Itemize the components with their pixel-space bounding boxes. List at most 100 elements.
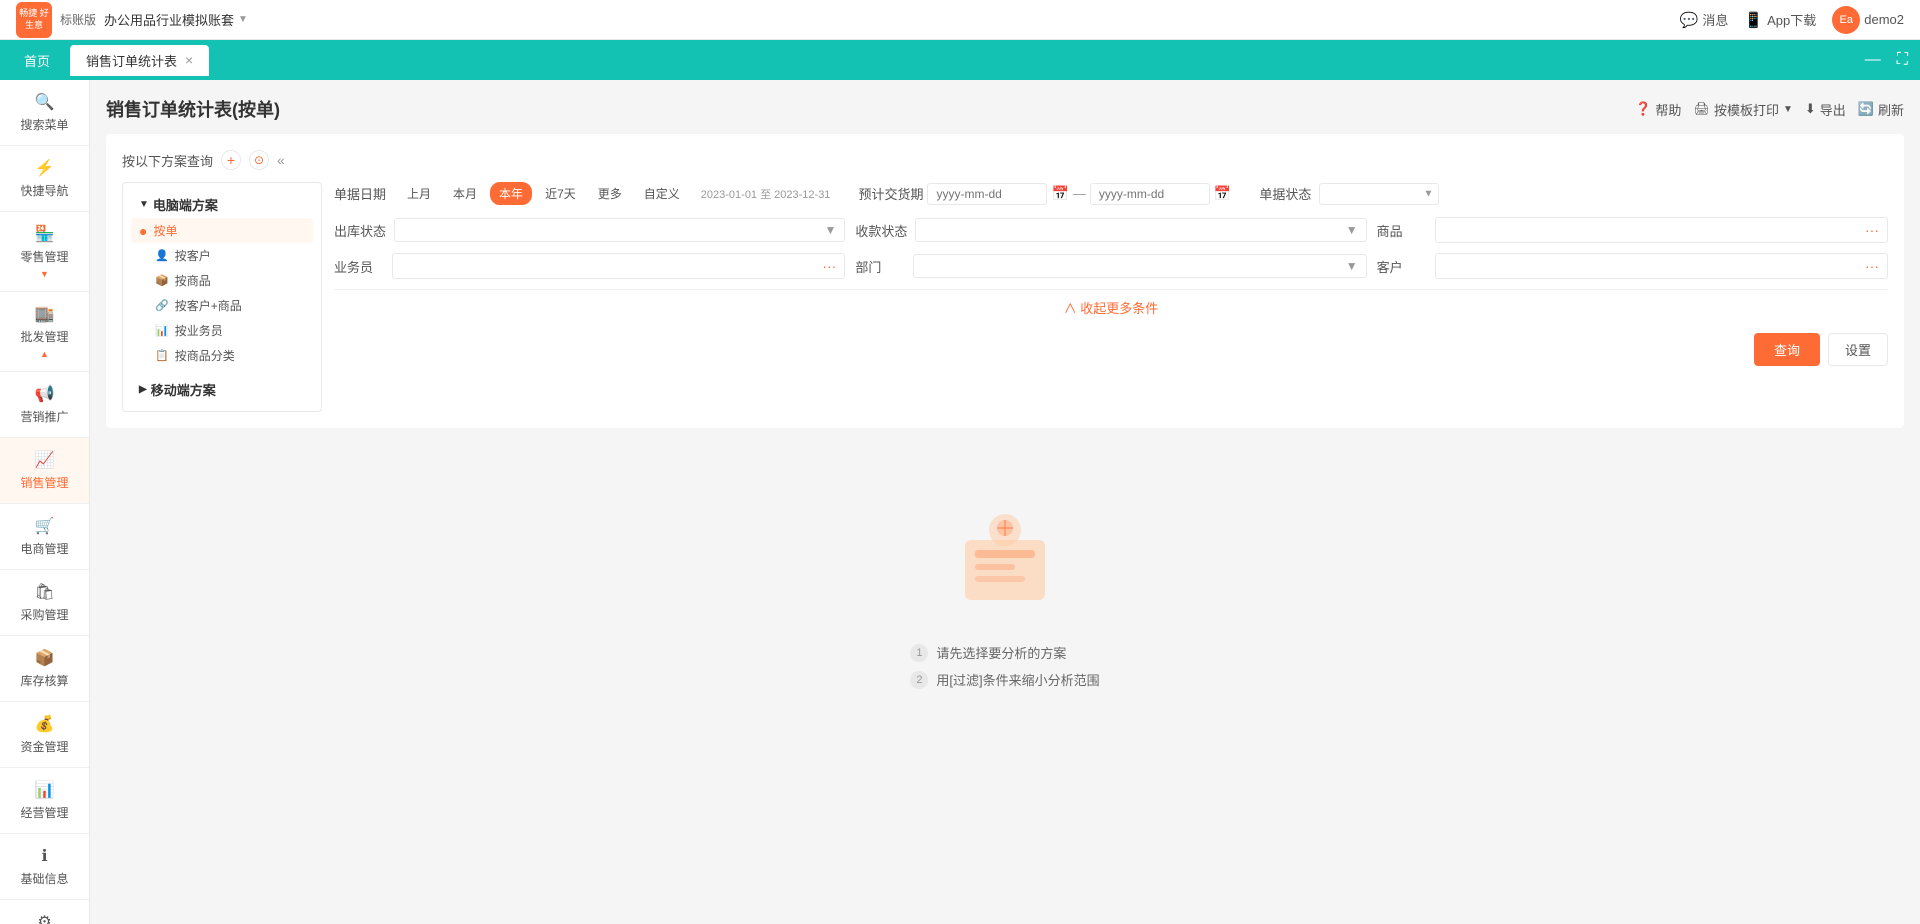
filter-grid-row1: 出库状态 ▼ 收款状态 ▼ [334,217,1888,243]
scheme-item-by-customer[interactable]: 👤 按客户 [131,243,313,268]
dept-label: 部门 [855,257,905,276]
sidebar-item-operations[interactable]: 📊 经营管理 [0,768,89,834]
receipt-status-dropdown-icon: ▼ [1346,223,1358,237]
status-label: 单据状态 [1259,184,1311,203]
system-icon: ⚙ [37,912,51,924]
minimize-button[interactable]: — [1861,47,1885,73]
date-btn-last-month[interactable]: 上月 [398,182,440,205]
customer-select[interactable]: ··· [1435,253,1888,279]
collapse-row[interactable]: ∧ 收起更多条件 [334,289,1888,325]
expected-date-start-input[interactable] [927,183,1047,205]
message-button[interactable]: 💬 消息 [1680,10,1729,29]
pc-category[interactable]: ▼ 电脑端方案 [131,191,313,218]
expected-date-end-input[interactable] [1090,183,1210,205]
salesman-more-icon[interactable]: ··· [822,258,836,274]
triangle-right-icon: ▼ [139,199,149,210]
sidebar-item-purchase[interactable]: 🛍 采购管理 [0,570,89,636]
status-select[interactable] [1319,183,1439,205]
date-btn-this-year[interactable]: 本年 [490,182,532,205]
sidebar-item-search[interactable]: 🔍 搜索菜单 [0,80,89,146]
goods-icon: 📦 [155,274,169,287]
sidebar-item-marketing[interactable]: 📢 营销推广 [0,372,89,438]
date-btn-more[interactable]: 更多 [589,182,631,205]
sidebar-item-sales[interactable]: 📈 销售管理 [0,438,89,504]
nav-icon: ⚡ [35,158,55,178]
content-area: 销售订单统计表(按单) ❓ 帮助 🖨 按模板打印 ▼ ⬇ 导出 🔄 刷新 [90,80,1920,924]
tab-sales-order-stats[interactable]: 销售订单统计表 × [70,45,209,76]
page-header: 销售订单统计表(按单) ❓ 帮助 🖨 按模板打印 ▼ ⬇ 导出 🔄 刷新 [106,96,1904,122]
sidebar-item-system[interactable]: ⚙ 系统管理 [0,900,89,924]
page-actions: ❓ 帮助 🖨 按模板打印 ▼ ⬇ 导出 🔄 刷新 [1635,100,1904,119]
app-dropdown[interactable]: 办公用品行业模拟账套 ▼ [104,10,248,29]
scheme-item-by-salesman[interactable]: 📊 按业务员 [131,318,313,343]
goods-label: 商品 [1377,221,1427,240]
tab-home[interactable]: 首页 [8,45,66,76]
refresh-icon: 🔄 [1858,101,1874,117]
sidebar-item-quick-nav[interactable]: ⚡ 快捷导航 [0,146,89,212]
empty-state: 1 请先选择要分析的方案 2 用[过滤]条件来缩小分析范围 [106,440,1904,749]
sidebar-item-inventory[interactable]: 📦 库存核算 [0,636,89,702]
salesman-item: 业务员 ··· [334,253,845,279]
scheme-add-button[interactable]: + [221,150,241,170]
help-button[interactable]: ❓ 帮助 [1635,100,1681,119]
out-status-select[interactable]: ▼ [394,218,845,242]
scheme-item-by-category[interactable]: 📋 按商品分类 [131,343,313,368]
mobile-category[interactable]: ▶ 移动端方案 [131,376,313,403]
action-row: 查询 设置 [334,333,1888,366]
empty-tip-1: 1 请先选择要分析的方案 [910,643,1099,662]
out-status-dropdown-icon: ▼ [824,223,836,237]
date-btn-last-7-days[interactable]: 近7天 [536,182,585,205]
customer-label: 客户 [1377,257,1427,276]
top-bar-right: 💬 消息 📱 App下载 Ea demo2 [1680,6,1904,34]
scheme-item-by-customer-goods[interactable]: 🔗 按客户+商品 [131,293,313,318]
tab-close-button[interactable]: × [185,52,193,68]
expected-date-label: 预计交货期 [858,184,923,203]
filter-body: ▼ 电脑端方案 ● 按单 👤 按客户 📦 按商品 [122,182,1888,412]
salesman-label: 业务员 [334,257,384,276]
sidebar-item-finance[interactable]: 💰 资金管理 [0,702,89,768]
list-icon: 📋 [155,349,169,362]
date-range-text: 2023-01-01 至 2023-12-31 [701,186,831,202]
marketing-icon: 📢 [35,384,55,404]
date-btn-custom[interactable]: 自定义 [635,182,689,205]
chevron-down-icon: ▼ [1783,104,1793,115]
salesman-select[interactable]: ··· [392,253,845,279]
export-button[interactable]: ⬇ 导出 [1805,100,1846,119]
dept-item: 部门 ▼ [855,253,1366,279]
calendar-start-icon[interactable]: 📅 [1051,185,1068,202]
setting-button[interactable]: 设置 [1828,333,1888,366]
chart-icon: 📊 [155,324,169,337]
date-label: 单据日期 [334,184,386,203]
date-btn-this-month[interactable]: 本月 [444,182,486,205]
sidebar-item-retail[interactable]: 🏪 零售管理 ▼ [0,212,89,292]
date-filter-row: 单据日期 上月 本月 本年 近7天 更多 自定义 2023-01-01 至 20… [334,182,1888,205]
sidebar-item-wholesale[interactable]: 🏬 批发管理 ▲ [0,292,89,372]
receipt-status-select[interactable]: ▼ [915,218,1366,242]
goods-more-icon[interactable]: ··· [1865,222,1879,238]
customer-more-icon[interactable]: ··· [1865,258,1879,274]
user-profile[interactable]: Ea demo2 [1832,6,1904,34]
query-button[interactable]: 查询 [1754,333,1820,366]
scheme-edit-button[interactable]: ⊙ [249,150,269,170]
app-subtitle: 标账版 [60,11,96,28]
scheme-item-by-goods[interactable]: 📦 按商品 [131,268,313,293]
refresh-button[interactable]: 🔄 刷新 [1858,100,1904,119]
ecommerce-icon: 🛒 [35,516,55,536]
retail-icon: 🏪 [35,224,55,244]
main-layout: 🔍 搜索菜单 ⚡ 快捷导航 🏪 零售管理 ▼ 🏬 批发管理 ▲ 📢 营销推广 📈… [0,80,1920,924]
sidebar-item-basic-info[interactable]: ℹ 基础信息 [0,834,89,900]
scheme-header-row: 按以下方案查询 + ⊙ « [122,150,1888,170]
goods-select[interactable]: ··· [1435,217,1888,243]
sidebar-item-ecommerce[interactable]: 🛒 电商管理 [0,504,89,570]
dept-dropdown-icon: ▼ [1346,259,1358,273]
scheme-collapse-button[interactable]: « [277,152,285,168]
expected-date-group: 预计交货期 📅 — 📅 [858,183,1231,205]
calendar-end-icon[interactable]: 📅 [1214,185,1231,202]
scheme-label: 按以下方案查询 [122,151,213,170]
maximize-button[interactable]: ⛶ [1893,47,1912,73]
template-print-button[interactable]: 🖨 按模板打印 ▼ [1693,100,1792,119]
app-download-button[interactable]: 📱 App下载 [1744,10,1816,29]
operations-icon: 📊 [35,780,55,800]
scheme-item-by-order[interactable]: ● 按单 [131,218,313,243]
dept-select[interactable]: ▼ [913,254,1366,278]
